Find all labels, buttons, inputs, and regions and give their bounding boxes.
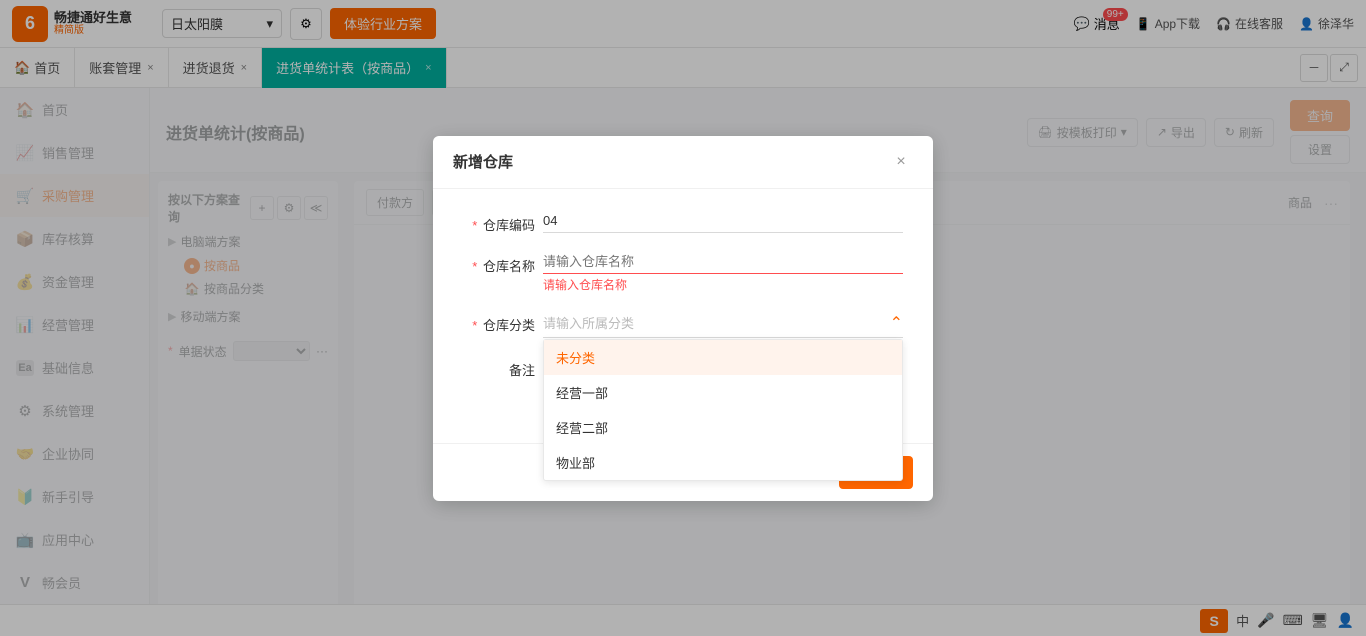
category-label: * 仓库分类 [463,309,543,334]
dialog-body: * 仓库编码 * 仓库名称 请输入仓库名称 [433,189,933,443]
form-row-name: * 仓库名称 请输入仓库名称 [463,250,903,293]
dropdown-item-1[interactable]: 经营一部 [544,375,902,410]
select-arrow-icon: ⌃ [890,313,903,333]
dialog-new-warehouse: 新增仓库 × * 仓库编码 * 仓库名称 [433,136,933,501]
code-input[interactable] [543,209,903,233]
form-row-code: * 仓库编码 [463,209,903,234]
name-input[interactable] [543,250,903,274]
dialog-header: 新增仓库 × [433,136,933,189]
dropdown-item-0[interactable]: 未分类 [544,340,902,375]
category-dropdown: 未分类 经营一部 经营二部 物业部 [543,339,903,481]
dialog-close-button[interactable]: × [889,150,913,174]
category-placeholder: 请输入所属分类 [543,313,634,332]
dialog-title: 新增仓库 [453,151,513,172]
required-mark: * [472,218,477,233]
code-field [543,209,903,233]
name-error-msg: 请输入仓库名称 [543,276,903,293]
dropdown-item-3[interactable]: 物业部 [544,445,902,480]
name-label: * 仓库名称 [463,250,543,275]
category-select[interactable]: 请输入所属分类 ⌃ [543,309,903,338]
form-row-category: * 仓库分类 请输入所属分类 ⌃ 未分类 经营一部 [463,309,903,338]
dropdown-item-2[interactable]: 经营二部 [544,410,902,445]
code-label: * 仓库编码 [463,209,543,234]
required-mark-cat: * [472,318,477,333]
required-mark-name: * [472,259,477,274]
note-label: 备注 [463,354,543,379]
modal-overlay: 新增仓库 × * 仓库编码 * 仓库名称 [0,0,1366,636]
category-field: 请输入所属分类 ⌃ 未分类 经营一部 经营二部 [543,309,903,338]
name-field: 请输入仓库名称 [543,250,903,293]
